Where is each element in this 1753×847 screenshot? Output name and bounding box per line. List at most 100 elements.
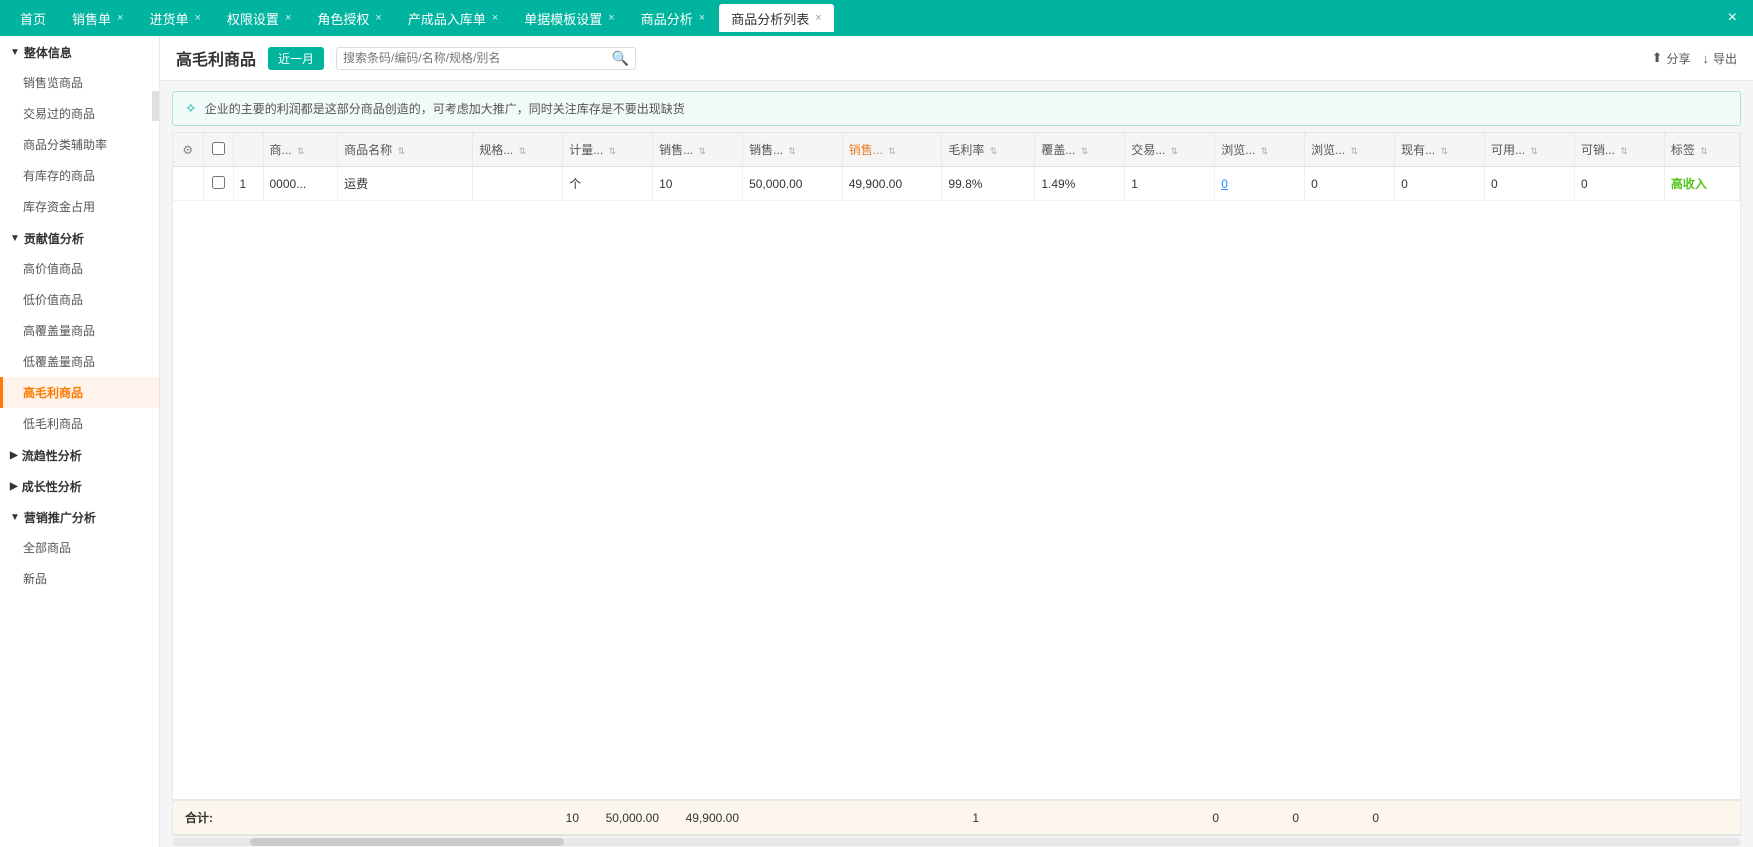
tab-purchase[interactable]: 进货单 × <box>137 4 212 32</box>
column-trade-count[interactable]: 交易... ⇅ <box>1125 133 1215 167</box>
footer-spacer2 <box>745 811 825 825</box>
row-spec <box>473 167 563 201</box>
sidebar-group-overall[interactable]: ▼ 整体信息 <box>0 36 159 67</box>
content-header: 高毛利商品 近一月 🔍 ⬆ 分享 ↓ 导出 <box>160 36 1753 81</box>
close-purchase-tab[interactable]: × <box>194 12 200 24</box>
row-seq: 1 <box>233 167 263 201</box>
close-all-button[interactable]: × <box>1720 9 1745 27</box>
tab-templates[interactable]: 单据模板设置 × <box>512 4 626 32</box>
row-checkbox-cell <box>203 167 233 201</box>
footer-available: 0 <box>1225 811 1305 825</box>
column-sku-code[interactable]: 商... ⇅ <box>263 133 338 167</box>
sidebar: 《 ▼ 整体信息 销售览商品 交易过的商品 商品分类辅助率 有库存的商品 库存资… <box>0 36 160 847</box>
export-button[interactable]: ↓ 导出 <box>1702 50 1737 67</box>
sidebar-item-low-freq[interactable]: 低覆盖量商品 <box>0 346 159 377</box>
sidebar-collapse-button[interactable]: 《 <box>152 91 160 121</box>
footer-spacer3 <box>825 811 905 825</box>
close-permissions-tab[interactable]: × <box>285 12 291 24</box>
close-products-entry-tab[interactable]: × <box>492 12 498 24</box>
column-saleable[interactable]: 可销... ⇅ <box>1574 133 1664 167</box>
share-button[interactable]: ⬆ 分享 <box>1652 50 1691 67</box>
sidebar-item-low-value[interactable]: 低价值商品 <box>0 284 159 315</box>
sidebar-item-inventory-products[interactable]: 有库存的商品 <box>0 160 159 191</box>
sidebar-item-high-value[interactable]: 高价值商品 <box>0 253 159 284</box>
chevron-right-icon-2: ▶ <box>10 481 18 492</box>
tab-analysis-list[interactable]: 商品分析列表 × <box>719 4 833 32</box>
header-right-actions: ⬆ 分享 ↓ 导出 <box>1652 50 1737 67</box>
scrollbar-thumb[interactable] <box>250 838 564 846</box>
sort-icon-qty: ⇅ <box>698 146 706 156</box>
column-sales-amount[interactable]: 销售... ⇅ <box>743 133 843 167</box>
sidebar-item-high-freq[interactable]: 高覆盖量商品 <box>0 315 159 346</box>
column-unit[interactable]: 计量... ⇅ <box>563 133 653 167</box>
row-sales-qty: 10 <box>653 167 743 201</box>
sort-icon-browse2: ⇅ <box>1351 146 1359 156</box>
sidebar-item-traded-products[interactable]: 交易过的商品 <box>0 98 159 129</box>
sidebar-group-marketing[interactable]: ▼ 营销推广分析 <box>0 501 159 532</box>
row-gross-rate: 99.8% <box>942 167 1035 201</box>
close-analysis-tab[interactable]: × <box>699 12 705 24</box>
tab-permissions[interactable]: 权限设置 × <box>215 4 303 32</box>
search-icon[interactable]: 🔍 <box>612 50 629 67</box>
tab-home[interactable]: 首页 <box>8 4 58 32</box>
close-sales-tab[interactable]: × <box>117 12 123 24</box>
column-stock-now[interactable]: 现有... ⇅ <box>1395 133 1485 167</box>
tab-products-entry[interactable]: 产成品入库单 × <box>396 4 510 32</box>
row-settings <box>173 167 203 201</box>
sidebar-item-high-margin[interactable]: 高毛利商品 <box>0 377 159 408</box>
share-icon: ⬆ <box>1652 50 1663 66</box>
column-spec[interactable]: 规格... ⇅ <box>473 133 563 167</box>
top-navigation: 首页 销售单 × 进货单 × 权限设置 × 角色授权 × 产成品入库单 × 单据… <box>0 0 1753 36</box>
column-sales-cost[interactable]: 销售... ⇅ <box>842 133 942 167</box>
row-trade-count: 1 <box>1125 167 1215 201</box>
row-sales-amount: 50,000.00 <box>743 167 843 201</box>
column-sales-qty[interactable]: 销售... ⇅ <box>653 133 743 167</box>
select-all-checkbox[interactable] <box>212 142 225 155</box>
column-tag[interactable]: 标签 ⇅ <box>1664 133 1739 167</box>
tab-analysis[interactable]: 商品分析 × <box>629 4 717 32</box>
column-settings[interactable]: ⚙ <box>173 133 203 167</box>
row-browse1[interactable]: 0 <box>1215 167 1305 201</box>
data-table-wrapper: ⚙ 商... ⇅ 商品名称 ⇅ <box>172 132 1741 800</box>
footer-spacer4 <box>985 811 1065 825</box>
column-gross-rate[interactable]: 毛利率 ⇅ <box>942 133 1035 167</box>
sidebar-group-growth[interactable]: ▶ 成长性分析 <box>0 470 159 501</box>
sidebar-group-asset-analysis[interactable]: ▼ 贡献值分析 <box>0 222 159 253</box>
table-header-row: ⚙ 商... ⇅ 商品名称 ⇅ <box>173 133 1740 167</box>
footer-spacer5 <box>1065 811 1145 825</box>
data-table: ⚙ 商... ⇅ 商品名称 ⇅ <box>173 133 1740 201</box>
close-analysis-list-tab[interactable]: × <box>815 12 821 24</box>
search-box: 🔍 <box>336 47 636 70</box>
sidebar-item-inventory-capital[interactable]: 库存资金占用 <box>0 191 159 222</box>
column-browse2[interactable]: 浏览... ⇅ <box>1305 133 1395 167</box>
footer-trade-count: 1 <box>905 811 985 825</box>
tab-roles[interactable]: 角色授权 × <box>305 4 393 32</box>
sidebar-item-sales-products[interactable]: 销售览商品 <box>0 67 159 98</box>
sidebar-group-trend[interactable]: ▶ 流趋性分析 <box>0 439 159 470</box>
close-templates-tab[interactable]: × <box>608 12 614 24</box>
sort-icon-tag: ⇅ <box>1700 146 1708 156</box>
sort-icon-coverage: ⇅ <box>1081 146 1089 156</box>
sort-icon-available: ⇅ <box>1530 146 1538 156</box>
column-coverage[interactable]: 覆盖... ⇅ <box>1035 133 1125 167</box>
search-input[interactable] <box>343 51 612 65</box>
sort-icon-saleable: ⇅ <box>1620 146 1628 156</box>
footer-label: 合计: <box>185 809 305 826</box>
sort-icon-amount: ⇅ <box>788 146 796 156</box>
close-roles-tab[interactable]: × <box>375 12 381 24</box>
sort-icon-browse1: ⇅ <box>1261 146 1269 156</box>
column-available[interactable]: 可用... ⇅ <box>1485 133 1575 167</box>
horizontal-scrollbar[interactable] <box>172 835 1741 847</box>
tab-sales[interactable]: 销售单 × <box>60 4 135 32</box>
column-product-name[interactable]: 商品名称 ⇅ <box>338 133 473 167</box>
sidebar-item-analysis-assist[interactable]: 商品分类辅助率 <box>0 129 159 160</box>
sidebar-item-new-products[interactable]: 新品 <box>0 563 159 594</box>
column-seq <box>233 133 263 167</box>
sidebar-item-low-margin[interactable]: 低毛利商品 <box>0 408 159 439</box>
footer-stock-now: 0 <box>1145 811 1225 825</box>
date-filter-button[interactable]: 近一月 <box>268 47 324 70</box>
sidebar-item-all-products[interactable]: 全部商品 <box>0 532 159 563</box>
row-checkbox[interactable] <box>212 176 225 189</box>
row-browse2: 0 <box>1305 167 1395 201</box>
column-browse1[interactable]: 浏览... ⇅ <box>1215 133 1305 167</box>
